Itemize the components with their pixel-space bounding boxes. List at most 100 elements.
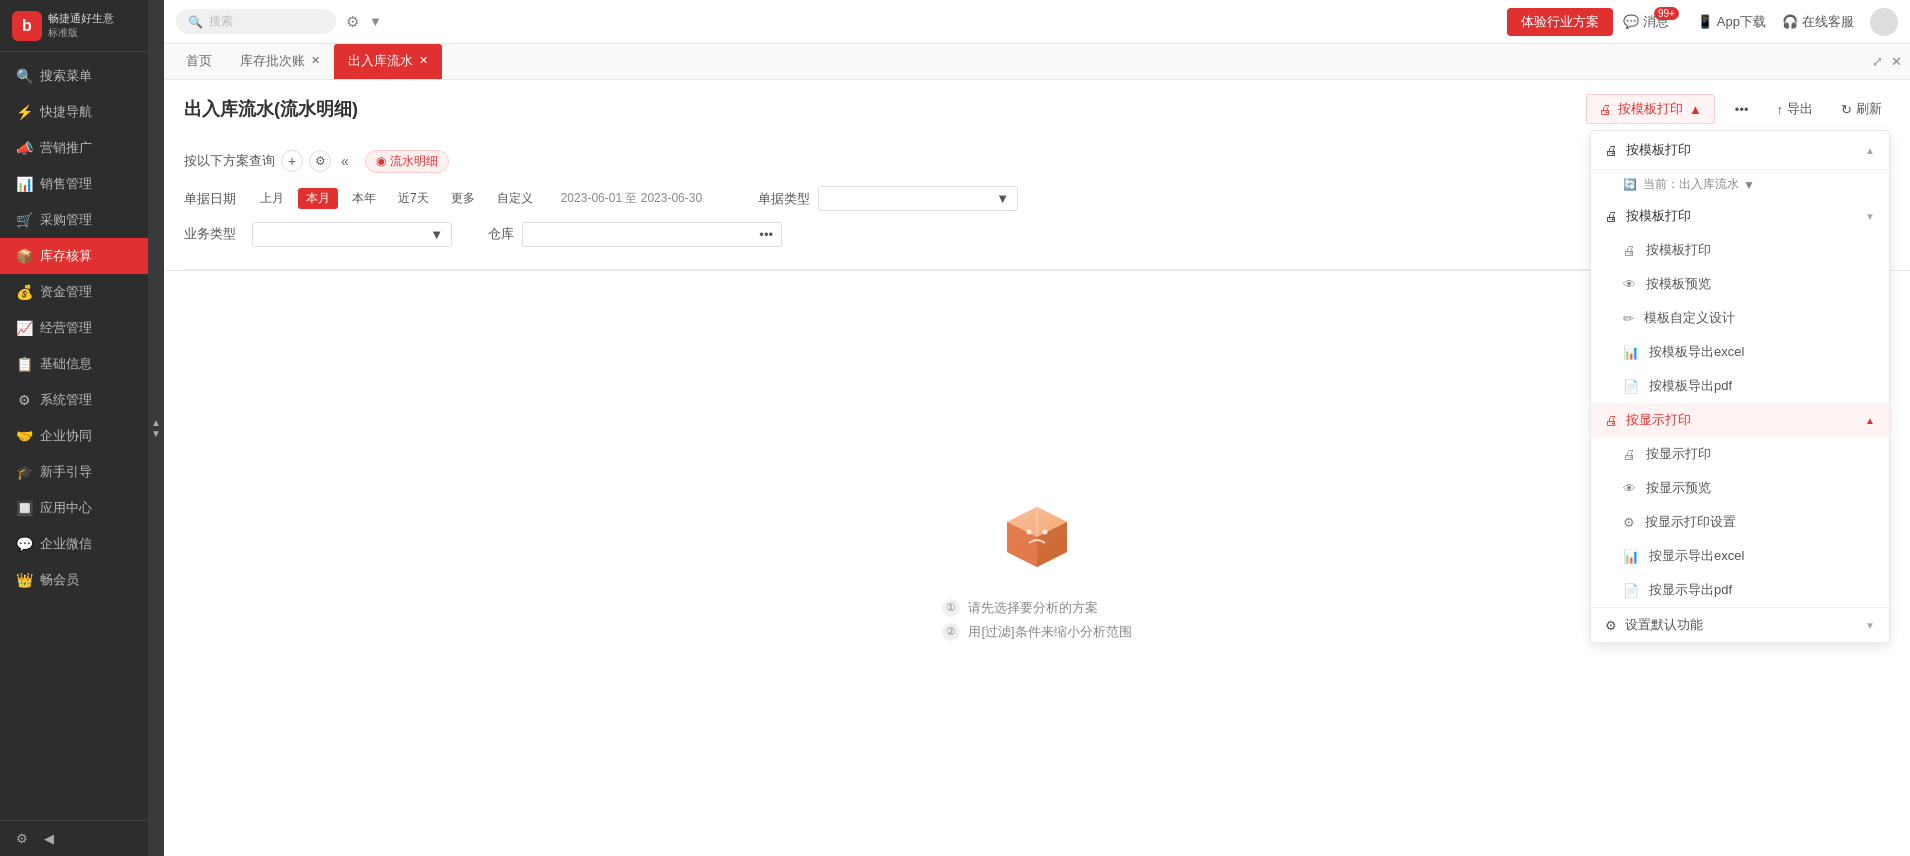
template-print-section-header[interactable]: 🖨 按模板打印 ▼ [1591,199,1889,233]
sidebar-nav: 🔍 搜索菜单 ⚡ 快捷导航 📣 营销推广 📊 销售管理 🛒 采购管理 📦 库存核… [0,52,148,820]
user-avatar[interactable] [1870,8,1898,36]
warehouse-more-icon[interactable]: ••• [759,227,773,242]
print-dropdown-panel: 🖨 按模板打印 ▲ 🔄 当前：出入库流水 ▼ 🖨 按模板打印 ▼ [1590,130,1890,643]
export-button[interactable]: ↑ 导出 [1769,96,1822,122]
date-filter-label: 单据日期 [184,190,236,208]
tpl-preview-label: 按模板预览 [1646,275,1711,293]
disp-excel-icon: 📊 [1623,549,1639,564]
current-indicator: 🔄 当前：出入库流水 ▼ [1591,170,1889,199]
disp-settings-label: 按显示打印设置 [1645,513,1736,531]
app-download-label: App下载 [1717,13,1766,31]
finance-icon: 💰 [16,284,32,300]
sidebar-item-system[interactable]: ⚙ 系统管理 [0,382,148,418]
more-actions-button[interactable]: ••• [1727,98,1757,121]
collapse-sidebar-icon[interactable]: ◀ [44,831,54,846]
refresh-button[interactable]: ↻ 刷新 [1833,96,1890,122]
filter-collapse-icon[interactable]: « [341,153,349,169]
sidebar-item-label: 资金管理 [40,283,92,301]
app-logo: b 畅捷通好生意 标准版 [0,0,148,52]
sidebar-item-marketing[interactable]: 📣 营销推广 [0,130,148,166]
warehouse-select[interactable]: ••• [522,222,782,247]
dropdown-chevron-up[interactable]: ▲ [1865,145,1875,156]
template-print-button[interactable]: 🖨 按模板打印 ▲ [1586,94,1715,124]
date-pill-last-month[interactable]: 上月 [252,188,292,209]
top-header: 🔍 搜索 ⚙ ▼ 体验行业方案 💬 消息 99+ 📱 App下载 🎧 在线客服 [164,0,1910,44]
header-search[interactable]: 🔍 搜索 [176,9,336,34]
sidebar-item-finance[interactable]: 💰 资金管理 [0,274,148,310]
sidebar-item-sales[interactable]: 📊 销售管理 [0,166,148,202]
sidebar-item-label: 销售管理 [40,175,92,193]
page-actions: 🖨 按模板打印 ▲ ••• ↑ 导出 ↻ 刷新 [1586,94,1890,124]
add-filter-button[interactable]: + [281,150,303,172]
display-print-item-0[interactable]: 🖨 按显示打印 [1591,437,1889,471]
display-section-label: 按显示打印 [1626,411,1691,429]
date-pill-custom[interactable]: 自定义 [489,188,541,209]
doc-type-select[interactable]: ▼ [818,186,1018,211]
tab-batch-account[interactable]: 库存批次账 ✕ [226,44,334,79]
settings-bottom-icon[interactable]: ⚙ [16,831,28,846]
tpl-design-label: 模板自定义设计 [1644,309,1735,327]
disp-print-icon: 🖨 [1623,447,1636,462]
tag-label: 流水明细 [390,153,438,170]
message-badge: 99+ [1654,7,1679,20]
tab-flow-close-icon[interactable]: ✕ [419,54,428,67]
tab-flow[interactable]: 出入库流水 ✕ [334,44,442,79]
sidebar-item-inventory[interactable]: 📦 库存核算 [0,238,148,274]
filter-setting-button[interactable]: ⚙ [309,150,331,172]
online-service-button[interactable]: 🎧 在线客服 [1782,13,1854,31]
template-print-item-0[interactable]: 🖨 按模板打印 [1591,233,1889,267]
tpl-design-icon: ✏ [1623,311,1634,326]
header-dropdown-icon[interactable]: ▼ [369,14,382,29]
template-print-item-1[interactable]: 👁 按模板预览 [1591,267,1889,301]
sidebar-item-label: 快捷导航 [40,103,92,121]
hint-num-2: ② [942,623,960,641]
date-pill-this-month[interactable]: 本月 [298,188,338,209]
date-pill-7days[interactable]: 近7天 [390,188,437,209]
tab-close-all-icon[interactable]: ✕ [1891,54,1902,69]
sidebar-scroll-handle[interactable]: ▲▼ [148,0,164,856]
hint-item-2: ② 用[过滤]条件来缩小分析范围 [942,623,1131,641]
sidebar-item-operations[interactable]: 📈 经营管理 [0,310,148,346]
inventory-icon: 📦 [16,248,32,264]
business-type-chevron: ▼ [430,227,443,242]
date-pill-this-year[interactable]: 本年 [344,188,384,209]
gear-config-icon[interactable]: ⚙ [346,13,359,31]
tab-home[interactable]: 首页 [172,44,226,79]
app-download-button[interactable]: 📱 App下载 [1697,13,1766,31]
sidebar-item-label: 企业微信 [40,535,92,553]
sidebar-item-guide[interactable]: 🎓 新手引导 [0,454,148,490]
date-pill-more[interactable]: 更多 [443,188,483,209]
display-print-section-header[interactable]: 🖨 按显示打印 ▲ [1591,403,1889,437]
template-print-item-2[interactable]: ✏ 模板自定义设计 [1591,301,1889,335]
industry-solution-button[interactable]: 体验行业方案 [1507,8,1613,36]
sidebar-item-search[interactable]: 🔍 搜索菜单 [0,58,148,94]
tpl-print-label: 按模板打印 [1646,241,1711,259]
sidebar-item-purchase[interactable]: 🛒 采购管理 [0,202,148,238]
display-print-item-4[interactable]: 📄 按显示导出pdf [1591,573,1889,607]
dropdown-print-icon: 🖨 [1605,143,1618,158]
set-default-button[interactable]: ⚙ 设置默认功能 ▼ [1591,607,1889,642]
template-print-item-4[interactable]: 📄 按模板导出pdf [1591,369,1889,403]
sidebar-item-label: 基础信息 [40,355,92,373]
sidebar-item-wechat[interactable]: 💬 企业微信 [0,526,148,562]
tab-maximize-icon[interactable]: ⤢ [1872,54,1883,69]
sidebar-item-label: 新手引导 [40,463,92,481]
sidebar-item-appstore[interactable]: 🔲 应用中心 [0,490,148,526]
appstore-icon: 🔲 [16,500,32,516]
display-print-item-2[interactable]: ⚙ 按显示打印设置 [1591,505,1889,539]
business-type-label: 业务类型 [184,225,236,243]
business-type-select[interactable]: ▼ [252,222,452,247]
tpl-print-icon: 🖨 [1623,243,1636,258]
tab-batch-close-icon[interactable]: ✕ [311,54,320,67]
sidebar-item-member[interactable]: 👑 畅会员 [0,562,148,598]
message-button[interactable]: 💬 消息 99+ [1623,13,1669,31]
sidebar-item-collab[interactable]: 🤝 企业协同 [0,418,148,454]
disp-print-label: 按显示打印 [1646,445,1711,463]
sidebar-item-basic[interactable]: 📋 基础信息 [0,346,148,382]
display-print-item-3[interactable]: 📊 按显示导出excel [1591,539,1889,573]
display-print-item-1[interactable]: 👁 按显示预览 [1591,471,1889,505]
more-dots-icon: ••• [1735,102,1749,117]
quick-nav-icon: ⚡ [16,104,32,120]
template-print-item-3[interactable]: 📊 按模板导出excel [1591,335,1889,369]
sidebar-item-quick-nav[interactable]: ⚡ 快捷导航 [0,94,148,130]
